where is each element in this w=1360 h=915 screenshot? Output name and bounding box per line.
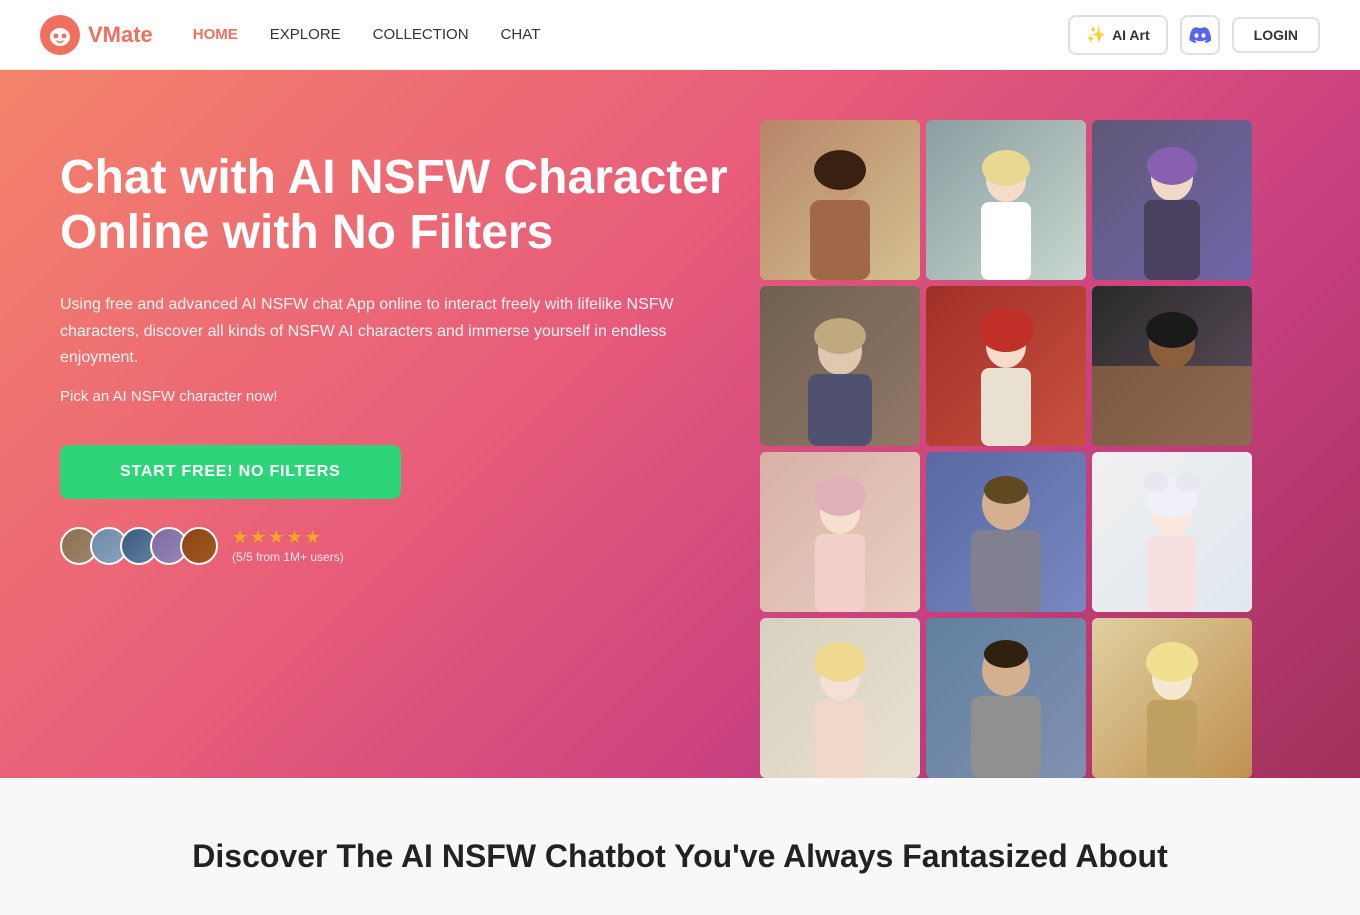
header-left: VMate HOME EXPLORE COLLECTION CHAT: [40, 15, 540, 55]
discord-icon: [1189, 27, 1211, 43]
nav-home[interactable]: HOME: [193, 26, 238, 43]
sparkle-icon: ✨: [1086, 25, 1106, 45]
bottom-section: Discover The AI NSFW Chatbot You've Alwa…: [0, 778, 1360, 915]
character-image-3[interactable]: [1092, 120, 1252, 280]
avatar-5: [180, 527, 218, 565]
discord-button[interactable]: [1180, 15, 1220, 55]
social-proof: ★ ★ ★ ★ ★ (5/5 from 1M+ users): [60, 527, 760, 565]
logo-icon: [40, 15, 80, 55]
logo-text: VMate: [88, 22, 153, 48]
site-header: VMate HOME EXPLORE COLLECTION CHAT ✨ AI …: [0, 0, 1360, 70]
character-image-11[interactable]: [926, 618, 1086, 778]
character-image-7[interactable]: [760, 452, 920, 612]
character-image-4[interactable]: [760, 286, 920, 446]
logo[interactable]: VMate: [40, 15, 153, 55]
star-rating: ★ ★ ★ ★ ★ (5/5 from 1M+ users): [232, 527, 344, 564]
character-image-8[interactable]: [926, 452, 1086, 612]
star-5: ★: [305, 527, 321, 548]
character-image-1[interactable]: [760, 120, 920, 280]
hero-description: Using free and advanced AI NSFW chat App…: [60, 292, 680, 371]
nav-collection[interactable]: COLLECTION: [373, 26, 469, 43]
rating-text: (5/5 from 1M+ users): [232, 550, 344, 564]
header-right: ✨ AI Art LOGIN: [1068, 15, 1320, 55]
character-image-10[interactable]: [760, 618, 920, 778]
character-image-2[interactable]: [926, 120, 1086, 280]
character-image-12[interactable]: [1092, 618, 1252, 778]
stars-row: ★ ★ ★ ★ ★: [232, 527, 344, 548]
hero-content: Chat with AI NSFW Character Online with …: [60, 130, 760, 565]
bottom-title: Discover The AI NSFW Chatbot You've Alwa…: [40, 838, 1320, 875]
nav-explore[interactable]: EXPLORE: [270, 26, 341, 43]
ai-art-label: AI Art: [1112, 27, 1150, 43]
star-3: ★: [268, 527, 284, 548]
ai-art-button[interactable]: ✨ AI Art: [1068, 15, 1168, 55]
user-avatars: [60, 527, 218, 565]
hero-section: Chat with AI NSFW Character Online with …: [0, 70, 1360, 778]
hero-pick-text: Pick an AI NSFW character now!: [60, 388, 760, 405]
star-2: ★: [250, 527, 266, 548]
character-image-9[interactable]: [1092, 452, 1252, 612]
hero-image-grid: [760, 120, 1252, 778]
main-nav: HOME EXPLORE COLLECTION CHAT: [193, 26, 540, 43]
login-button[interactable]: LOGIN: [1232, 17, 1320, 53]
character-image-6[interactable]: [1092, 286, 1252, 446]
star-4: ★: [286, 527, 302, 548]
hero-title: Chat with AI NSFW Character Online with …: [60, 150, 760, 260]
star-1: ★: [232, 527, 248, 548]
nav-chat[interactable]: CHAT: [501, 26, 541, 43]
start-free-button[interactable]: START FREE! NO FILTERS: [60, 445, 401, 499]
character-image-5[interactable]: [926, 286, 1086, 446]
